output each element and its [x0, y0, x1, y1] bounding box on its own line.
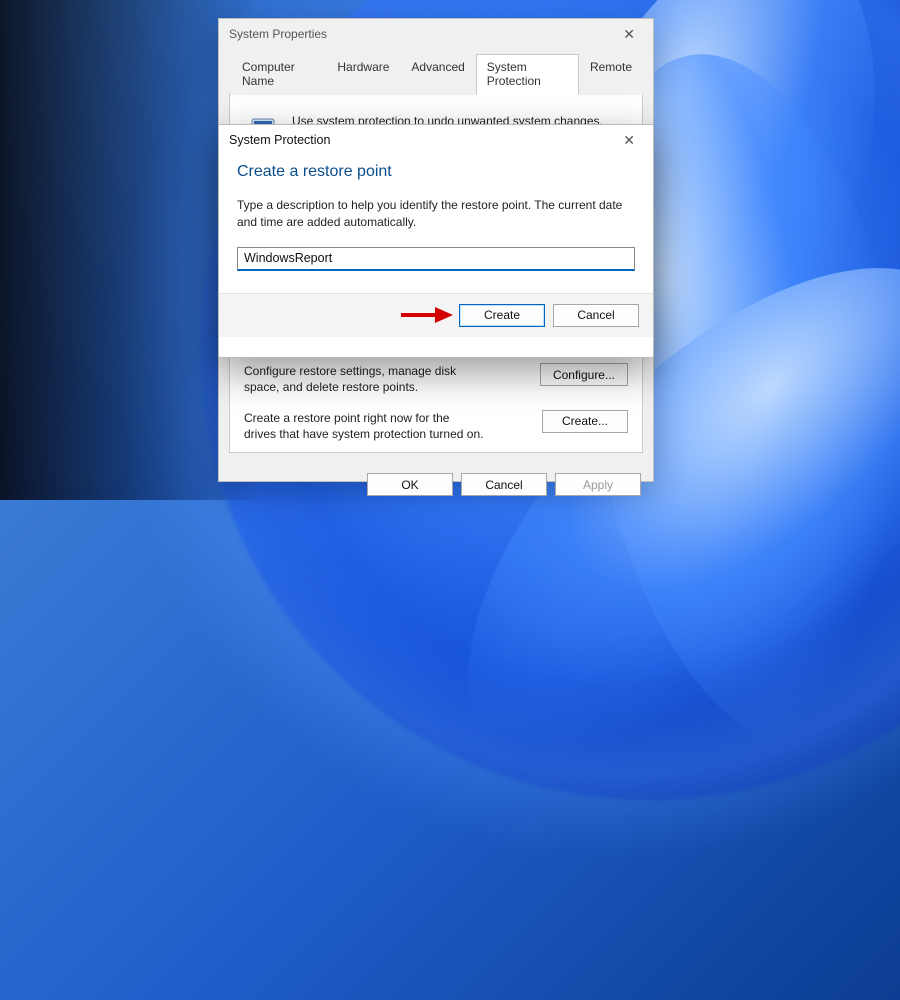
- create-restore-point-dialog: System Protection ✕ Create a restore poi…: [218, 124, 654, 358]
- modal-footer: Create Cancel: [219, 293, 653, 337]
- create-restore-point-button[interactable]: Create...: [542, 410, 628, 433]
- close-button[interactable]: ✕: [615, 22, 643, 47]
- modal-description: Type a description to help you identify …: [237, 197, 635, 231]
- restore-point-description-input[interactable]: [237, 247, 635, 271]
- configure-button[interactable]: Configure...: [540, 363, 628, 386]
- annotation-arrow-icon: [399, 305, 453, 325]
- modal-title: System Protection: [229, 133, 330, 147]
- modal-create-button[interactable]: Create: [459, 304, 545, 327]
- tab-computer-name[interactable]: Computer Name: [231, 54, 326, 95]
- modal-close-button[interactable]: ✕: [615, 128, 643, 153]
- tab-system-protection[interactable]: System Protection: [476, 54, 579, 95]
- tab-strip: Computer Name Hardware Advanced System P…: [229, 53, 643, 95]
- tab-hardware[interactable]: Hardware: [326, 54, 400, 95]
- configure-description: Configure restore settings, manage disk …: [244, 363, 484, 395]
- tab-advanced[interactable]: Advanced: [400, 54, 475, 95]
- modal-heading: Create a restore point: [237, 163, 635, 181]
- titlebar: System Properties ✕: [219, 19, 653, 49]
- create-description: Create a restore point right now for the…: [244, 410, 484, 442]
- ok-button[interactable]: OK: [367, 473, 453, 496]
- cancel-button[interactable]: Cancel: [461, 473, 547, 496]
- modal-titlebar: System Protection ✕: [219, 125, 653, 155]
- tab-remote[interactable]: Remote: [579, 54, 643, 95]
- apply-button[interactable]: Apply: [555, 473, 641, 496]
- modal-cancel-button[interactable]: Cancel: [553, 304, 639, 327]
- window-title: System Properties: [229, 27, 327, 41]
- dialog-button-row: OK Cancel Apply: [219, 463, 653, 496]
